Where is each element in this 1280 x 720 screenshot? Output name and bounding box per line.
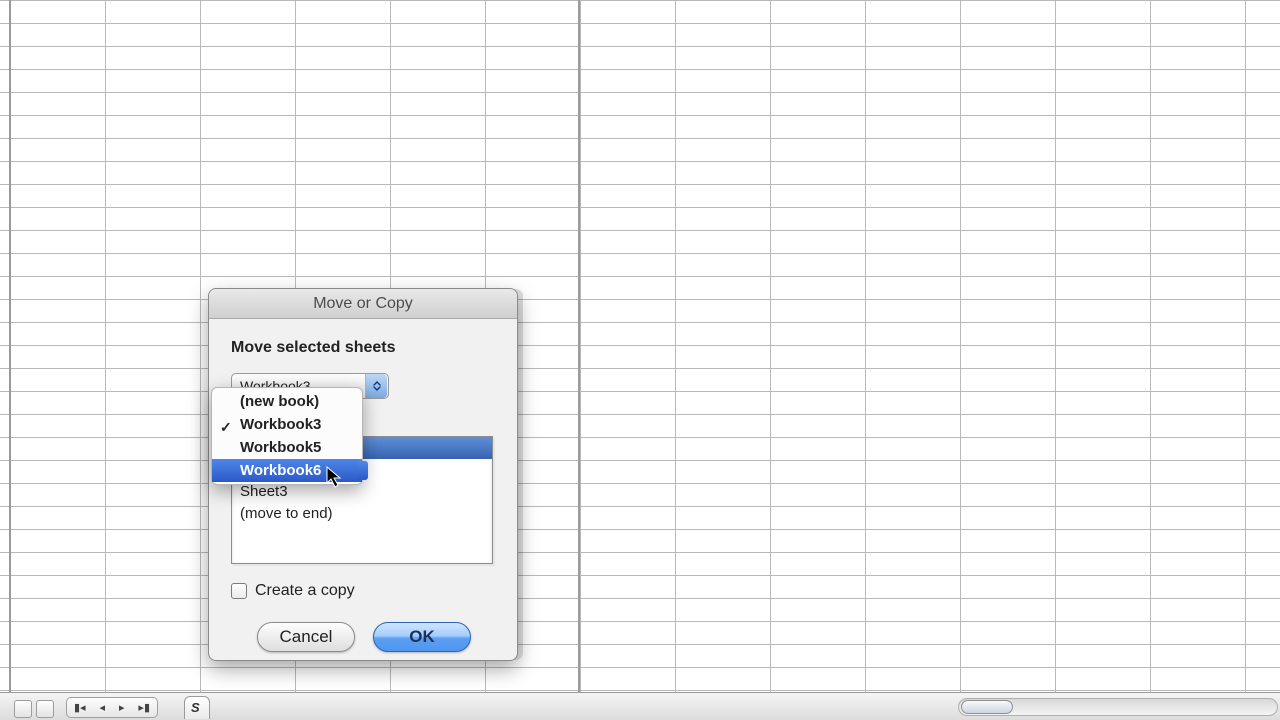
- dropdown-option[interactable]: Workbook5: [212, 436, 362, 459]
- dialog-title: Move or Copy: [209, 289, 517, 319]
- option-label: Workbook3: [240, 416, 321, 433]
- list-item[interactable]: (move to end): [232, 503, 492, 525]
- nav-next-icon[interactable]: ▸: [119, 701, 125, 714]
- option-label: Workbook6: [240, 462, 321, 479]
- sheet-nav[interactable]: ▮◂ ◂ ▸ ▸▮: [66, 697, 158, 718]
- horizontal-scrollbar[interactable]: [958, 698, 1278, 716]
- ok-button[interactable]: OK: [373, 622, 471, 652]
- option-label: Workbook5: [240, 439, 321, 456]
- create-copy-label: Create a copy: [255, 582, 355, 600]
- nav-last-icon[interactable]: ▸▮: [138, 701, 150, 714]
- updown-icon: [372, 381, 382, 391]
- dropdown-option[interactable]: (new book): [212, 390, 362, 413]
- bottom-bar: ▮◂ ◂ ▸ ▸▮ S: [0, 692, 1280, 720]
- horizontal-scroll-thumb[interactable]: [961, 700, 1013, 714]
- create-copy-checkbox[interactable]: [231, 583, 247, 599]
- dropdown-option[interactable]: ✓ Workbook3: [212, 413, 362, 436]
- sheet-tab-partial[interactable]: S: [184, 696, 210, 719]
- window-button-2[interactable]: [36, 700, 54, 718]
- spreadsheet-grid: [0, 0, 1280, 720]
- window-button-1[interactable]: [14, 700, 32, 718]
- cancel-button[interactable]: Cancel: [257, 622, 355, 652]
- move-selected-label: Move selected sheets: [231, 339, 497, 357]
- nav-first-icon[interactable]: ▮◂: [74, 701, 86, 714]
- combo-arrow-button[interactable]: [365, 374, 387, 398]
- cursor-icon: [326, 466, 346, 490]
- option-label: (new book): [240, 393, 319, 410]
- nav-prev-icon[interactable]: ◂: [99, 701, 105, 714]
